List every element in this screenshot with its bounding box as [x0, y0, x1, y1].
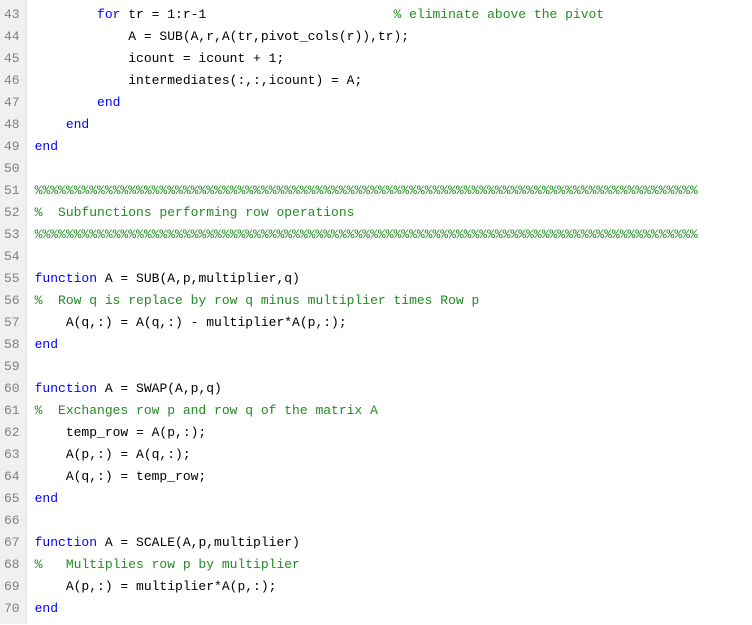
line-number: 68	[4, 554, 20, 576]
line-number: 48	[4, 114, 20, 136]
code-line[interactable]: end	[35, 598, 752, 620]
code-token: for	[97, 7, 120, 22]
code-line[interactable]	[35, 356, 752, 378]
line-number: 46	[4, 70, 20, 92]
code-line[interactable]: end	[35, 92, 752, 114]
code-token: tr = 1:r-1	[120, 7, 393, 22]
line-number: 65	[4, 488, 20, 510]
line-number: 60	[4, 378, 20, 400]
code-line[interactable]: icount = icount + 1;	[35, 48, 752, 70]
code-token: % Row q is replace by row q minus multip…	[35, 293, 480, 308]
line-number: 62	[4, 422, 20, 444]
code-token: % Subfunctions performing row operations	[35, 205, 355, 220]
line-number: 55	[4, 268, 20, 290]
code-token	[35, 95, 97, 110]
line-number: 63	[4, 444, 20, 466]
code-line[interactable]: function A = SUB(A,p,multiplier,q)	[35, 268, 752, 290]
code-token: end	[35, 601, 58, 616]
line-number: 70	[4, 598, 20, 620]
code-token: %%%%%%%%%%%%%%%%%%%%%%%%%%%%%%%%%%%%%%%%…	[35, 227, 698, 242]
code-token: function	[35, 535, 97, 550]
code-token: A(p,:) = A(q,:);	[35, 447, 191, 462]
line-number: 57	[4, 312, 20, 334]
line-number: 56	[4, 290, 20, 312]
line-number-gutter: 4344454647484950515253545556575859606162…	[0, 0, 27, 624]
code-line[interactable]: for tr = 1:r-1 % eliminate above the piv…	[35, 4, 752, 26]
code-token: end	[35, 491, 58, 506]
line-number: 49	[4, 136, 20, 158]
line-number: 54	[4, 246, 20, 268]
code-token: temp_row = A(p,:);	[35, 425, 207, 440]
line-number: 43	[4, 4, 20, 26]
code-line[interactable]	[35, 510, 752, 532]
line-number: 47	[4, 92, 20, 114]
line-number: 52	[4, 202, 20, 224]
code-line[interactable]	[35, 246, 752, 268]
code-token: A = SUB(A,r,A(tr,pivot_cols(r)),tr);	[35, 29, 409, 44]
code-token	[35, 117, 66, 132]
code-line[interactable]: end	[35, 114, 752, 136]
code-token	[35, 7, 97, 22]
code-token: A(p,:) = multiplier*A(p,:);	[35, 579, 277, 594]
code-token: A = SWAP(A,p,q)	[97, 381, 222, 396]
code-line[interactable]: function A = SWAP(A,p,q)	[35, 378, 752, 400]
code-line[interactable]: A = SUB(A,r,A(tr,pivot_cols(r)),tr);	[35, 26, 752, 48]
code-line[interactable]: A(p,:) = multiplier*A(p,:);	[35, 576, 752, 598]
code-token: end	[35, 337, 58, 352]
code-line[interactable]: % Multiplies row p by multiplier	[35, 554, 752, 576]
line-number: 58	[4, 334, 20, 356]
code-line[interactable]	[35, 158, 752, 180]
code-line[interactable]: A(q,:) = temp_row;	[35, 466, 752, 488]
line-number: 67	[4, 532, 20, 554]
code-token: end	[97, 95, 120, 110]
code-line[interactable]: end	[35, 136, 752, 158]
code-line[interactable]: function A = SCALE(A,p,multiplier)	[35, 532, 752, 554]
code-line[interactable]: % Row q is replace by row q minus multip…	[35, 290, 752, 312]
line-number: 53	[4, 224, 20, 246]
code-line[interactable]: end	[35, 334, 752, 356]
code-area[interactable]: for tr = 1:r-1 % eliminate above the piv…	[27, 0, 752, 624]
line-number: 51	[4, 180, 20, 202]
line-number: 64	[4, 466, 20, 488]
code-token: A(q,:) = temp_row;	[35, 469, 207, 484]
code-token: A = SCALE(A,p,multiplier)	[97, 535, 300, 550]
code-line[interactable]: temp_row = A(p,:);	[35, 422, 752, 444]
code-token: icount = icount + 1;	[35, 51, 285, 66]
code-line[interactable]: A(p,:) = A(q,:);	[35, 444, 752, 466]
line-number: 69	[4, 576, 20, 598]
code-token: end	[66, 117, 89, 132]
code-line[interactable]: % Exchanges row p and row q of the matri…	[35, 400, 752, 422]
code-line[interactable]: %%%%%%%%%%%%%%%%%%%%%%%%%%%%%%%%%%%%%%%%…	[35, 180, 752, 202]
code-token: % eliminate above the pivot	[393, 7, 604, 22]
line-number: 50	[4, 158, 20, 180]
code-token: end	[35, 139, 58, 154]
code-token: %%%%%%%%%%%%%%%%%%%%%%%%%%%%%%%%%%%%%%%%…	[35, 183, 698, 198]
code-token: A = SUB(A,p,multiplier,q)	[97, 271, 300, 286]
code-line[interactable]: intermediates(:,:,icount) = A;	[35, 70, 752, 92]
line-number: 61	[4, 400, 20, 422]
code-token: function	[35, 381, 97, 396]
code-token: A(q,:) = A(q,:) - multiplier*A(p,:);	[35, 315, 347, 330]
line-number: 59	[4, 356, 20, 378]
code-editor: 4344454647484950515253545556575859606162…	[0, 0, 752, 624]
line-number: 44	[4, 26, 20, 48]
code-line[interactable]: A(q,:) = A(q,:) - multiplier*A(p,:);	[35, 312, 752, 334]
code-token: function	[35, 271, 97, 286]
line-number: 66	[4, 510, 20, 532]
line-number: 45	[4, 48, 20, 70]
code-line[interactable]: end	[35, 488, 752, 510]
code-token: % Multiplies row p by multiplier	[35, 557, 300, 572]
code-line[interactable]: %%%%%%%%%%%%%%%%%%%%%%%%%%%%%%%%%%%%%%%%…	[35, 224, 752, 246]
code-token: intermediates(:,:,icount) = A;	[35, 73, 363, 88]
code-token: % Exchanges row p and row q of the matri…	[35, 403, 378, 418]
code-line[interactable]: % Subfunctions performing row operations	[35, 202, 752, 224]
